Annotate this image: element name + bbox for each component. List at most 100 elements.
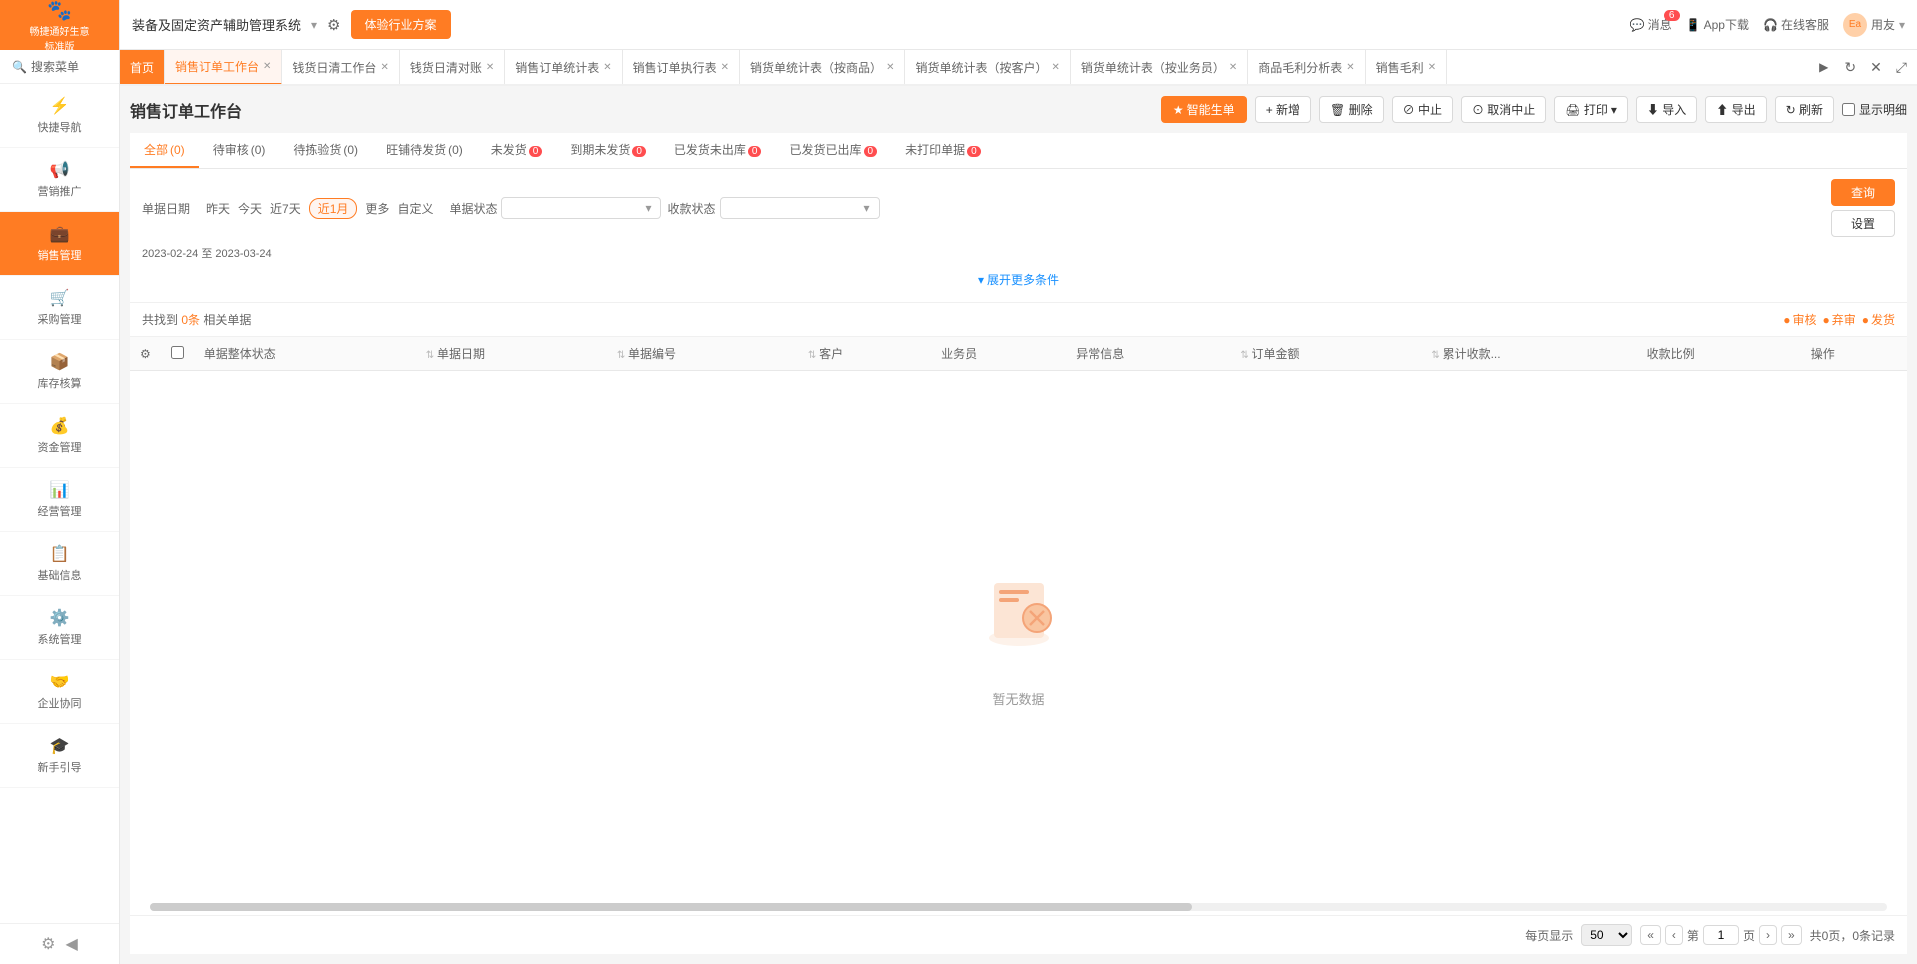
sidebar-item-marketing[interactable]: 📢 营销推广 bbox=[0, 148, 119, 212]
trial-button[interactable]: 体验行业方案 bbox=[351, 10, 451, 39]
show-detail-checkbox[interactable]: 显示明细 bbox=[1842, 101, 1907, 118]
tab-close-salesperson[interactable]: ✕ bbox=[1229, 62, 1237, 73]
last-page-button[interactable]: » bbox=[1781, 925, 1802, 945]
tab-customer-stats[interactable]: 销货单统计表（按客户） ✕ bbox=[905, 50, 1070, 85]
tab-salesperson-stats[interactable]: 销货单统计表（按业务员） ✕ bbox=[1071, 50, 1248, 85]
sort-amount-icon[interactable]: ⇅ bbox=[1240, 350, 1251, 361]
import-button[interactable]: ⬇ 导入 bbox=[1636, 96, 1697, 123]
horizontal-scrollbar[interactable] bbox=[150, 903, 1887, 911]
query-button[interactable]: 查询 bbox=[1831, 179, 1895, 206]
sub-tab-shipped-not-out[interactable]: 已发货未出库0 bbox=[660, 133, 776, 168]
sidebar-item-management[interactable]: 📊 经营管理 bbox=[0, 468, 119, 532]
filter-setting-button[interactable]: 设置 bbox=[1831, 210, 1895, 237]
gear-icon[interactable]: ⚙ bbox=[327, 16, 340, 34]
sidebar-item-inventory[interactable]: 📦 库存核算 bbox=[0, 340, 119, 404]
sidebar-item-system[interactable]: ⚙️ 系统管理 bbox=[0, 596, 119, 660]
service-action[interactable]: 🎧 在线客服 bbox=[1763, 16, 1829, 33]
sub-tab-shipped-out[interactable]: 已发货已出库0 bbox=[775, 133, 891, 168]
sidebar-item-sales[interactable]: 💼 销售管理 bbox=[0, 212, 119, 276]
status-select[interactable] bbox=[501, 197, 661, 219]
page-number-input[interactable] bbox=[1703, 925, 1739, 945]
tabbar: 首页 销售订单工作台 ✕ 钱货日清工作台 ✕ 钱货日清对账 ✕ 销售订单统计表 … bbox=[120, 50, 1917, 86]
stop-button[interactable]: ⊘ 中止 bbox=[1392, 96, 1453, 123]
tab-more-button[interactable]: ▶ bbox=[1813, 50, 1834, 85]
sidebar-item-quick[interactable]: ⚡ 快捷导航 bbox=[0, 84, 119, 148]
sort-customer-icon[interactable]: ⇅ bbox=[808, 350, 819, 361]
scroll-area bbox=[130, 899, 1907, 915]
show-detail-check[interactable] bbox=[1842, 103, 1855, 116]
tab-close-goods[interactable]: ✕ bbox=[886, 62, 894, 73]
sidebar-item-finance[interactable]: 💰 资金管理 bbox=[0, 404, 119, 468]
tab-close-all-icon[interactable]: ✕ bbox=[1864, 57, 1888, 78]
delete-button[interactable]: 🗑 删除 bbox=[1319, 96, 1384, 123]
message-action[interactable]: 💬 消息 6 bbox=[1630, 16, 1672, 33]
tab-close-sales[interactable]: ✕ bbox=[263, 61, 271, 72]
first-page-button[interactable]: « bbox=[1640, 925, 1661, 945]
scroll-thumb[interactable] bbox=[150, 903, 1192, 911]
tab-refresh-icon[interactable]: ↻ bbox=[1838, 57, 1862, 78]
tab-sales-stats[interactable]: 销售订单统计表 ✕ bbox=[505, 50, 622, 85]
sub-shipped-out-label: 已发货已出库 bbox=[789, 143, 861, 157]
date-opt-7days[interactable]: 近7天 bbox=[270, 200, 301, 217]
sub-tab-unshipped[interactable]: 未发货0 bbox=[477, 133, 557, 168]
sort-receipt-icon[interactable]: ⇅ bbox=[1431, 350, 1442, 361]
tab-goods-stats[interactable]: 销货单统计表（按商品） ✕ bbox=[740, 50, 905, 85]
select-all-checkbox[interactable] bbox=[171, 346, 184, 359]
th-gear[interactable]: ⚙ bbox=[130, 337, 161, 371]
sort-date-icon[interactable]: ⇅ bbox=[426, 350, 437, 361]
settings-icon[interactable]: ⚙ bbox=[41, 934, 55, 954]
user-menu[interactable]: Ea 用友 ▾ bbox=[1843, 13, 1905, 37]
tab-maximize-icon[interactable]: ⤢ bbox=[1890, 57, 1913, 78]
add-button[interactable]: + 新增 bbox=[1255, 96, 1311, 123]
tab-close-gross[interactable]: ✕ bbox=[1346, 62, 1354, 73]
tab-reconcile[interactable]: 钱货日清对账 ✕ bbox=[400, 50, 505, 85]
receipt-select[interactable] bbox=[720, 197, 880, 219]
sidebar-item-basic[interactable]: 📋 基础信息 bbox=[0, 532, 119, 596]
refresh-button[interactable]: ↻ 刷新 bbox=[1775, 96, 1834, 123]
tab-close-sales-gross[interactable]: ✕ bbox=[1428, 62, 1436, 73]
tab-close-customer[interactable]: ✕ bbox=[1051, 62, 1059, 73]
sidebar-search[interactable]: 🔍 搜索菜单 bbox=[0, 50, 119, 84]
date-opt-custom[interactable]: 自定义 bbox=[397, 200, 433, 217]
avatar: Ea bbox=[1843, 13, 1867, 37]
next-page-button[interactable]: › bbox=[1759, 925, 1777, 945]
date-opt-more[interactable]: 更多 bbox=[365, 200, 389, 217]
sub-tab-overdue-unshipped[interactable]: 到期未发货0 bbox=[556, 133, 660, 168]
tab-cashflow-workspace[interactable]: 钱货日清工作台 ✕ bbox=[282, 50, 399, 85]
page-size-select[interactable]: 50 10 20 100 bbox=[1581, 924, 1632, 946]
sub-unprinted-label: 未打印单据 bbox=[905, 143, 965, 157]
tab-close-stats[interactable]: ✕ bbox=[603, 62, 611, 73]
expand-filter-button[interactable]: ▾ 展开更多条件 bbox=[142, 267, 1895, 292]
tab-close-exec[interactable]: ✕ bbox=[721, 62, 729, 73]
tab-close-reconcile[interactable]: ✕ bbox=[486, 62, 494, 73]
revoke-button[interactable]: ● 弃审 bbox=[1822, 311, 1855, 328]
sidebar-item-enterprise[interactable]: 🤝 企业协同 bbox=[0, 660, 119, 724]
send-button[interactable]: ● 发货 bbox=[1862, 311, 1895, 328]
sidebar-item-guide[interactable]: 🎓 新手引导 bbox=[0, 724, 119, 788]
date-opt-today[interactable]: 今天 bbox=[238, 200, 262, 217]
print-button[interactable]: 🖨 打印 ▾ bbox=[1554, 96, 1628, 123]
sidebar-item-purchase[interactable]: 🛒 采购管理 bbox=[0, 276, 119, 340]
date-opt-1month[interactable]: 近1月 bbox=[309, 198, 358, 219]
export-button[interactable]: ⬆ 导出 bbox=[1705, 96, 1766, 123]
tab-sales-exec[interactable]: 销售订单执行表 ✕ bbox=[623, 50, 740, 85]
sub-tab-unprinted[interactable]: 未打印单据0 bbox=[891, 133, 995, 168]
smart-create-button[interactable]: ★ 智能生单 bbox=[1161, 96, 1247, 123]
tab-sales-gross[interactable]: 销售毛利 ✕ bbox=[1366, 50, 1447, 85]
tab-close-cashflow[interactable]: ✕ bbox=[380, 62, 388, 73]
cancel-stop-button[interactable]: ⊙ 取消中止 bbox=[1461, 96, 1546, 123]
th-checkbox[interactable] bbox=[161, 337, 194, 371]
prev-page-button[interactable]: ‹ bbox=[1665, 925, 1683, 945]
tab-sales-order-workspace[interactable]: 销售订单工作台 ✕ bbox=[165, 50, 282, 85]
sort-no-icon[interactable]: ⇅ bbox=[617, 350, 628, 361]
sub-tab-pending-inspect[interactable]: 待拣验货(0) bbox=[279, 133, 372, 168]
sub-tab-all[interactable]: 全部(0) bbox=[130, 133, 199, 168]
sub-tab-pending-audit[interactable]: 待审核(0) bbox=[199, 133, 280, 168]
sub-tab-wangpu[interactable]: 旺铺待发货(0) bbox=[372, 133, 477, 168]
tab-gross-analysis[interactable]: 商品毛利分析表 ✕ bbox=[1248, 50, 1365, 85]
date-opt-yesterday[interactable]: 昨天 bbox=[206, 200, 230, 217]
app-download-action[interactable]: 📱 App下载 bbox=[1686, 16, 1749, 33]
tab-home[interactable]: 首页 bbox=[120, 50, 165, 85]
collapse-icon[interactable]: ◀ bbox=[66, 934, 78, 954]
audit-button[interactable]: ● 审核 bbox=[1783, 311, 1816, 328]
